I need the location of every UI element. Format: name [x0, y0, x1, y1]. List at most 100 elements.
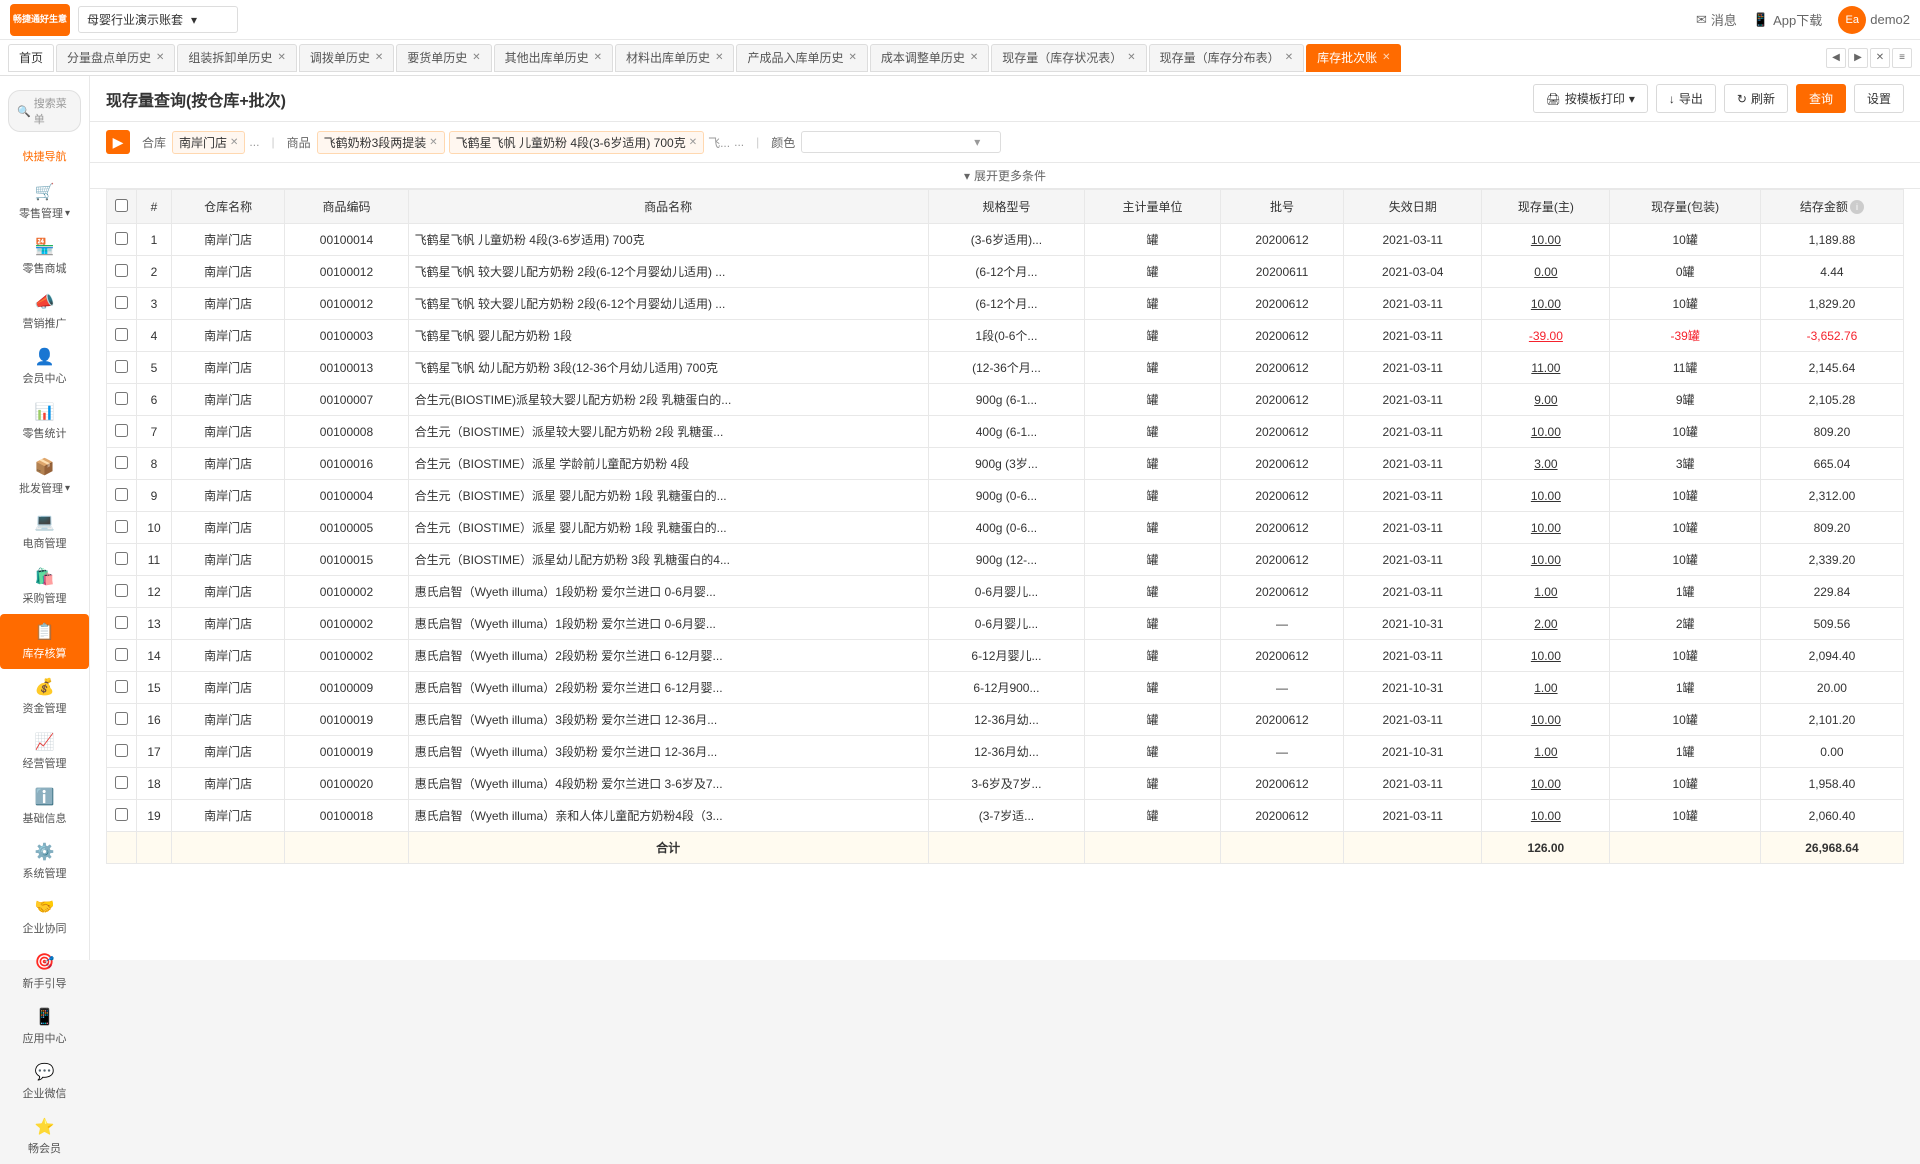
- table-container[interactable]: # 仓库名称 商品编码 商品名称 规格型号 主计量单位 批号 失效日期 现存量(…: [90, 189, 1920, 960]
- sidebar-item-basic-info[interactable]: ℹ️ 基础信息: [0, 779, 89, 834]
- tab-4[interactable]: 要货单历史 ✕: [396, 44, 491, 72]
- product-tag-0[interactable]: 飞鹤奶粉3段两提装 ✕: [317, 131, 445, 154]
- select-all-checkbox[interactable]: [115, 199, 128, 212]
- quick-nav-label[interactable]: 快捷导航: [8, 144, 81, 168]
- export-button[interactable]: ↓ 导出: [1656, 84, 1716, 113]
- filter-expand-btn[interactable]: ▶: [106, 130, 130, 154]
- refresh-button[interactable]: ↻ 刷新: [1724, 84, 1788, 113]
- app-download-btn[interactable]: 📱 App下载: [1753, 10, 1822, 29]
- cell-qty-main[interactable]: 10.00: [1482, 768, 1610, 800]
- sidebar-item-retail-mall[interactable]: 🏪 零售商城: [0, 229, 89, 284]
- cell-checkbox[interactable]: [107, 768, 137, 800]
- cell-qty-main[interactable]: 1.00: [1482, 672, 1610, 704]
- cell-checkbox[interactable]: [107, 672, 137, 704]
- th-checkbox[interactable]: [107, 190, 137, 224]
- tab-4-close[interactable]: ✕: [472, 52, 480, 63]
- expand-conditions-btn[interactable]: ▾ 展开更多条件: [90, 163, 1920, 189]
- th-warehouse[interactable]: 仓库名称: [172, 190, 285, 224]
- product-tag-1-remove[interactable]: ✕: [689, 137, 697, 148]
- cell-qty-main[interactable]: 10.00: [1482, 704, 1610, 736]
- product-tag-0-remove[interactable]: ✕: [429, 137, 437, 148]
- th-name[interactable]: 商品名称: [408, 190, 928, 224]
- cell-checkbox[interactable]: [107, 256, 137, 288]
- tab-6-close[interactable]: ✕: [715, 52, 723, 63]
- th-qty-pkg[interactable]: 现存量(包装): [1610, 190, 1760, 224]
- sidebar-item-retail-stats[interactable]: 📊 零售统计: [0, 394, 89, 449]
- cell-checkbox[interactable]: [107, 576, 137, 608]
- sidebar-item-ecommerce[interactable]: 💻 电商管理: [0, 504, 89, 559]
- tab-8[interactable]: 成本调整单历史 ✕: [870, 44, 989, 72]
- tab-10[interactable]: 现存量（库存分布表） ✕: [1149, 44, 1304, 72]
- tab-9[interactable]: 现存量（库存状况表） ✕: [991, 44, 1146, 72]
- print-button[interactable]: 🖨 按模板打印 ▾: [1533, 84, 1648, 113]
- sidebar-item-app-center[interactable]: 📱 应用中心: [0, 999, 89, 1054]
- cell-checkbox[interactable]: [107, 320, 137, 352]
- user-profile[interactable]: Ea demo2: [1838, 6, 1910, 34]
- cell-qty-main[interactable]: 1.00: [1482, 576, 1610, 608]
- sidebar-item-inventory[interactable]: 📋 库存核算: [0, 614, 89, 669]
- tab-2-close[interactable]: ✕: [277, 52, 285, 63]
- cell-checkbox[interactable]: [107, 384, 137, 416]
- cell-qty-main[interactable]: 10.00: [1482, 480, 1610, 512]
- cell-checkbox[interactable]: [107, 736, 137, 768]
- sidebar-item-member[interactable]: 👤 会员中心: [0, 339, 89, 394]
- sidebar-item-enterprise[interactable]: 🤝 企业协同: [0, 889, 89, 944]
- sidebar-item-marketing[interactable]: 📣 营销推广: [0, 284, 89, 339]
- tab-10-close[interactable]: ✕: [1285, 52, 1293, 63]
- sidebar-item-member-plus[interactable]: ⭐ 畅会员: [0, 1109, 89, 1164]
- cell-qty-main[interactable]: 2.00: [1482, 608, 1610, 640]
- tab-11-active[interactable]: 库存批次账 ✕: [1306, 44, 1401, 72]
- th-code[interactable]: 商品编码: [285, 190, 408, 224]
- message-btn[interactable]: ✉ 消息: [1696, 10, 1737, 29]
- cell-qty-main[interactable]: 10.00: [1482, 416, 1610, 448]
- sidebar-item-finance[interactable]: 💰 资金管理: [0, 669, 89, 724]
- product-tag-1[interactable]: 飞鹤星飞帆 儿童奶粉 4段(3-6岁适用) 700克 ✕: [449, 131, 704, 154]
- setting-button[interactable]: 设置: [1854, 84, 1904, 113]
- account-dropdown[interactable]: 母婴行业演示账套 ▾: [78, 6, 238, 33]
- sidebar-item-purchase[interactable]: 🛍️ 采购管理: [0, 559, 89, 614]
- warehouse-tag-0-remove[interactable]: ✕: [230, 137, 238, 148]
- tab-next-btn[interactable]: ▶: [1848, 48, 1868, 68]
- cell-checkbox[interactable]: [107, 416, 137, 448]
- cell-qty-main[interactable]: 10.00: [1482, 640, 1610, 672]
- sidebar-item-guide[interactable]: 🎯 新手引导: [0, 944, 89, 999]
- tab-prev-btn[interactable]: ◀: [1826, 48, 1846, 68]
- tab-2[interactable]: 组装拆卸单历史 ✕: [177, 44, 296, 72]
- cell-checkbox[interactable]: [107, 640, 137, 672]
- sidebar-item-wholesale[interactable]: 📦 批发管理 ▾: [0, 449, 89, 504]
- cell-checkbox[interactable]: [107, 288, 137, 320]
- tab-close-btn[interactable]: ✕: [1870, 48, 1890, 68]
- cell-qty-main[interactable]: 0.00: [1482, 256, 1610, 288]
- cell-qty-main[interactable]: 10.00: [1482, 224, 1610, 256]
- th-spec[interactable]: 规格型号: [928, 190, 1085, 224]
- cell-checkbox[interactable]: [107, 800, 137, 832]
- amount-info-icon[interactable]: i: [1850, 200, 1864, 214]
- tab-home[interactable]: 首页: [8, 44, 54, 72]
- cell-qty-main[interactable]: 1.00: [1482, 736, 1610, 768]
- tab-11-close[interactable]: ✕: [1382, 52, 1390, 63]
- tab-5-close[interactable]: ✕: [594, 52, 602, 63]
- search-menu-input[interactable]: 🔍 搜索菜单: [8, 90, 81, 132]
- th-qty-main[interactable]: 现存量(主): [1482, 190, 1610, 224]
- cell-qty-main[interactable]: 11.00: [1482, 352, 1610, 384]
- cell-checkbox[interactable]: [107, 224, 137, 256]
- th-amount[interactable]: 结存金额 i: [1760, 190, 1903, 224]
- warehouse-tag-0[interactable]: 南岸门店 ✕: [172, 131, 245, 154]
- th-unit[interactable]: 主计量单位: [1085, 190, 1221, 224]
- search-button[interactable]: 查询: [1796, 84, 1846, 113]
- tab-menu-btn[interactable]: ≡: [1892, 48, 1912, 68]
- cell-checkbox[interactable]: [107, 480, 137, 512]
- cell-qty-main[interactable]: 9.00: [1482, 384, 1610, 416]
- tab-6[interactable]: 材料出库单历史 ✕: [615, 44, 734, 72]
- tab-7[interactable]: 产成品入库单历史 ✕: [736, 44, 867, 72]
- sidebar-item-system[interactable]: ⚙️ 系统管理: [0, 834, 89, 889]
- tab-9-close[interactable]: ✕: [1127, 52, 1135, 63]
- cell-qty-main[interactable]: 10.00: [1482, 288, 1610, 320]
- cell-qty-main[interactable]: 10.00: [1482, 800, 1610, 832]
- sidebar-item-retail-mgmt[interactable]: 🛒 零售管理 ▾: [0, 174, 89, 229]
- sidebar-item-wechat-work[interactable]: 💬 企业微信: [0, 1054, 89, 1109]
- cell-qty-main[interactable]: 3.00: [1482, 448, 1610, 480]
- cell-qty-main[interactable]: 10.00: [1482, 544, 1610, 576]
- cell-checkbox[interactable]: [107, 448, 137, 480]
- sidebar-item-operations[interactable]: 📈 经营管理: [0, 724, 89, 779]
